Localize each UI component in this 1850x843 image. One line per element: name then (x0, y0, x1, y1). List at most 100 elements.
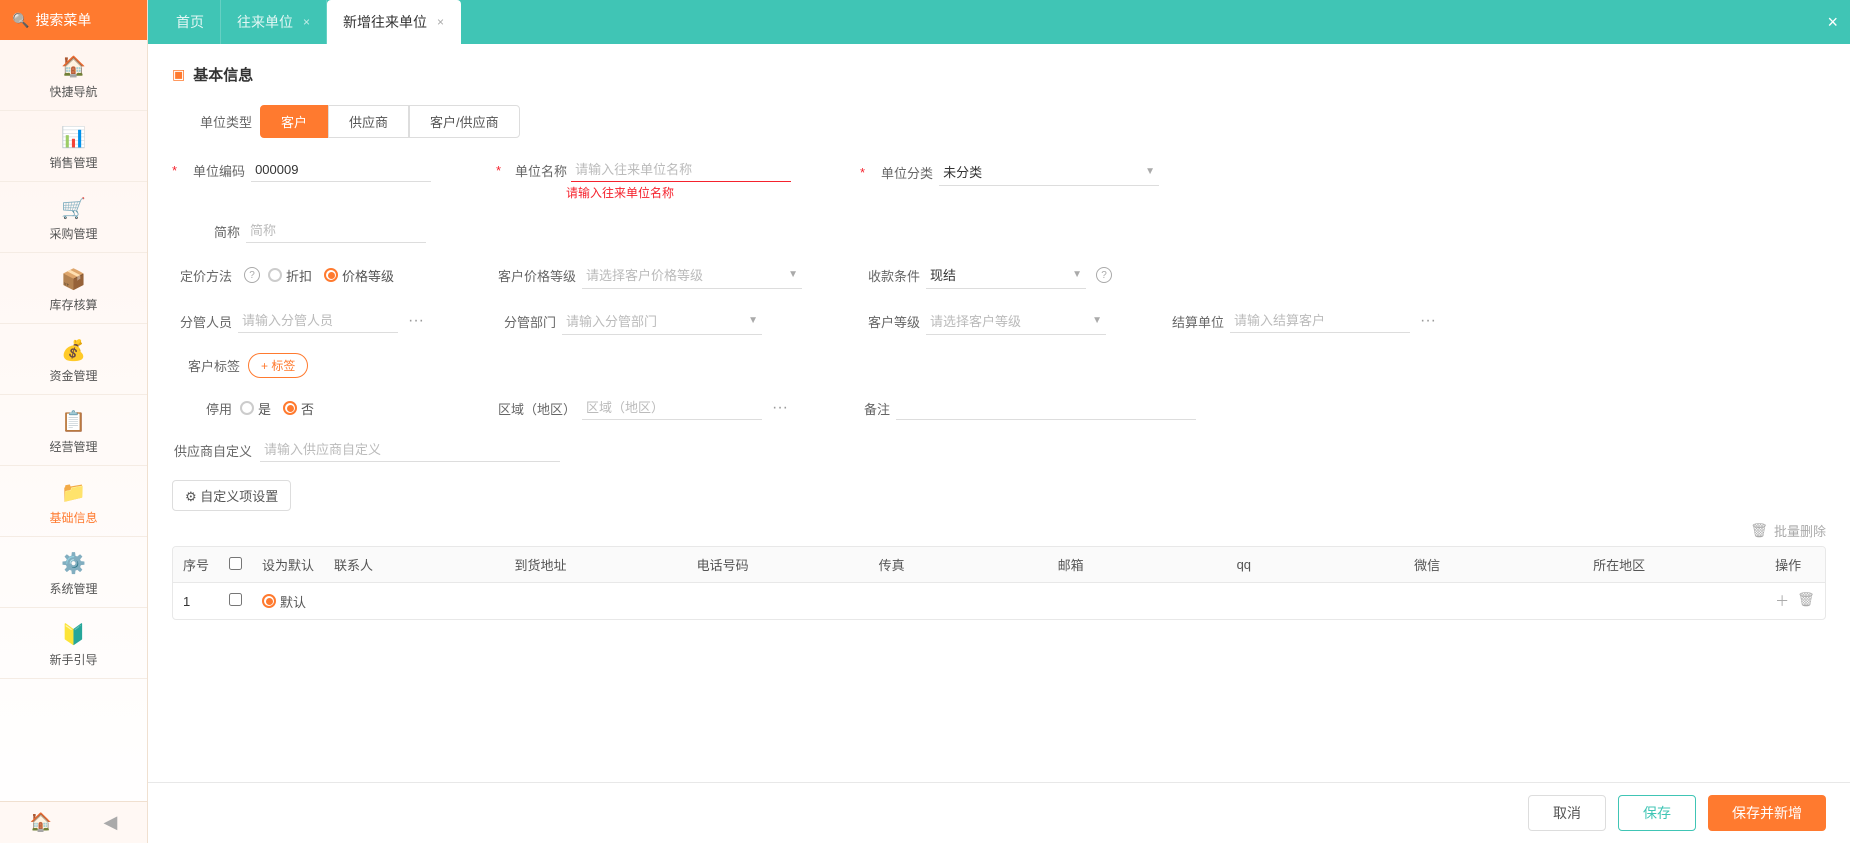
unit-category-label: 单位分类 (873, 163, 933, 182)
cell-fax[interactable] (869, 583, 1048, 620)
add-row-button[interactable]: ＋ (1775, 591, 1789, 611)
main-area: 首页 往来单位 × 新增往来单位 × × ▣ 基本信息 单位类型 客户 供应商 (148, 0, 1850, 843)
sidebar-label-purchase: 采购管理 (49, 225, 97, 242)
batch-delete-label[interactable]: 批量删除 (1774, 521, 1826, 540)
fax-input[interactable] (879, 594, 1038, 609)
abbreviation-input[interactable] (246, 219, 426, 243)
disabled-yes-label: 是 (258, 399, 271, 418)
customer-price-level-select[interactable]: 请选择客户价格等级 ▼ (582, 261, 802, 289)
pricing-method-help-icon[interactable]: ? (244, 267, 260, 283)
settlement-unit-input[interactable] (1230, 309, 1410, 333)
pricing-level-option[interactable]: 价格等级 (324, 266, 394, 285)
remark-input[interactable] (896, 396, 1196, 420)
finance-icon: 💰 (61, 338, 86, 363)
tab-partners[interactable]: 往来单位 × (221, 0, 327, 44)
unit-category-value: 未分类 (943, 162, 1141, 181)
qq-input[interactable] (1237, 594, 1395, 609)
unit-type-both-btn[interactable]: 客户/供应商 (409, 105, 520, 138)
pricing-discount-radio (268, 268, 282, 282)
tab-bar: 首页 往来单位 × 新增往来单位 × × (148, 0, 1850, 44)
cell-address[interactable] (505, 583, 687, 620)
sidebar-item-sales[interactable]: 📊 销售管理 (0, 111, 147, 182)
sidebar-item-inventory[interactable]: 📦 库存核算 (0, 253, 147, 324)
table-header-row: 序号 设为默认 联系人 到货地址 电话号码 传真 邮箱 qq 微信 所在地区 操… (173, 547, 1825, 583)
pricing-level-label: 价格等级 (342, 266, 394, 285)
cell-email[interactable] (1048, 583, 1227, 620)
manager-input[interactable] (238, 309, 398, 333)
cell-qq[interactable] (1227, 583, 1405, 620)
region-more-icon[interactable]: ··· (772, 399, 788, 417)
wechat-input[interactable] (1414, 594, 1573, 609)
region-table-input[interactable] (1593, 594, 1755, 609)
unit-code-input[interactable] (251, 158, 431, 182)
delete-row-button[interactable]: 🗑 (1797, 591, 1815, 611)
department-select[interactable]: 请输入分管部门 ▼ (562, 307, 762, 335)
region-input[interactable] (582, 396, 762, 420)
col-phone: 电话号码 (687, 547, 869, 583)
sidebar-item-guide[interactable]: 🔰 新手引导 (0, 608, 147, 679)
search-menu-button[interactable]: 🔍 搜索菜单 (0, 0, 147, 40)
unit-type-row: 单位类型 客户 供应商 客户/供应商 (172, 105, 1826, 138)
required-mark-category: * (860, 165, 865, 180)
sidebar-label-inventory: 库存核算 (49, 296, 97, 313)
payment-terms-help-icon[interactable]: ? (1096, 267, 1112, 283)
payment-terms-select[interactable]: 现结 ▼ (926, 261, 1086, 289)
pricing-discount-option[interactable]: 折扣 (268, 266, 312, 285)
supplier-custom-input[interactable] (260, 438, 560, 462)
address-input[interactable] (515, 594, 677, 609)
unit-type-group: 客户 供应商 客户/供应商 (260, 105, 520, 138)
unit-type-supplier-btn[interactable]: 供应商 (328, 105, 409, 138)
section-header: ▣ 基本信息 (172, 64, 1826, 85)
sidebar-expand-icon[interactable]: ◀ (103, 812, 117, 833)
sidebar-label-guide: 新手引导 (49, 651, 97, 668)
sidebar-item-system[interactable]: ⚙️ 系统管理 (0, 537, 147, 608)
search-icon: 🔍 (12, 12, 29, 29)
disabled-no-label: 否 (301, 399, 314, 418)
add-tag-button[interactable]: + 标签 (248, 353, 308, 378)
pricing-level-radio (324, 268, 338, 282)
select-all-checkbox[interactable] (229, 557, 242, 570)
payment-terms-label: 收款条件 (860, 266, 920, 285)
row-abbreviation: 简称 (172, 219, 1826, 243)
sidebar-home-icon[interactable]: 🏠 (30, 812, 52, 833)
table-row: 1 默认 (173, 583, 1825, 620)
sidebar-item-operations[interactable]: 📋 经营管理 (0, 395, 147, 466)
tab-new-partner[interactable]: 新增往来单位 × (327, 0, 461, 44)
sidebar-item-finance[interactable]: 💰 资金管理 (0, 324, 147, 395)
settlement-unit-more-icon[interactable]: ··· (1420, 312, 1436, 330)
footer: 取消 保存 保存并新增 (148, 782, 1850, 843)
contact-input[interactable] (334, 594, 495, 609)
phone-input[interactable] (697, 594, 859, 609)
cell-contact[interactable] (324, 583, 505, 620)
tab-bar-close-button[interactable]: × (1827, 12, 1838, 33)
sidebar-item-basic-info[interactable]: 📁 基础信息 (0, 466, 147, 537)
row-checkbox[interactable] (229, 593, 242, 606)
unit-type-customer-btn[interactable]: 客户 (260, 105, 328, 138)
unit-code-label: 单位编码 (185, 161, 245, 180)
tab-home[interactable]: 首页 (160, 0, 221, 44)
customer-level-select[interactable]: 请选择客户等级 ▼ (926, 307, 1106, 335)
default-radio-option[interactable]: 默认 (262, 592, 314, 611)
cell-wechat[interactable] (1404, 583, 1583, 620)
field-unit-category: * 单位分类 未分类 ▼ (860, 158, 1159, 186)
manager-more-icon[interactable]: ··· (408, 312, 424, 330)
disabled-no-option[interactable]: 否 (283, 399, 314, 418)
col-qq: qq (1227, 547, 1405, 583)
disabled-label: 停用 (172, 399, 232, 418)
unit-name-input[interactable] (571, 158, 791, 182)
custom-settings-button[interactable]: ⚙ 自定义项设置 (172, 480, 291, 511)
cell-region[interactable] (1583, 583, 1765, 620)
sidebar-item-purchase[interactable]: 🛒 采购管理 (0, 182, 147, 253)
purchase-icon: 🛒 (61, 196, 86, 221)
sidebar-item-quick-nav[interactable]: 🏠 快捷导航 (0, 40, 147, 111)
email-input[interactable] (1058, 594, 1217, 609)
tab-new-partner-close[interactable]: × (437, 15, 444, 29)
disabled-yes-option[interactable]: 是 (240, 399, 271, 418)
save-and-new-button[interactable]: 保存并新增 (1708, 795, 1826, 831)
operations-icon: 📋 (61, 409, 86, 434)
save-button[interactable]: 保存 (1618, 795, 1696, 831)
tab-partners-close[interactable]: × (303, 15, 310, 29)
unit-category-select[interactable]: 未分类 ▼ (939, 158, 1159, 186)
cancel-button[interactable]: 取消 (1528, 795, 1606, 831)
cell-phone[interactable] (687, 583, 869, 620)
